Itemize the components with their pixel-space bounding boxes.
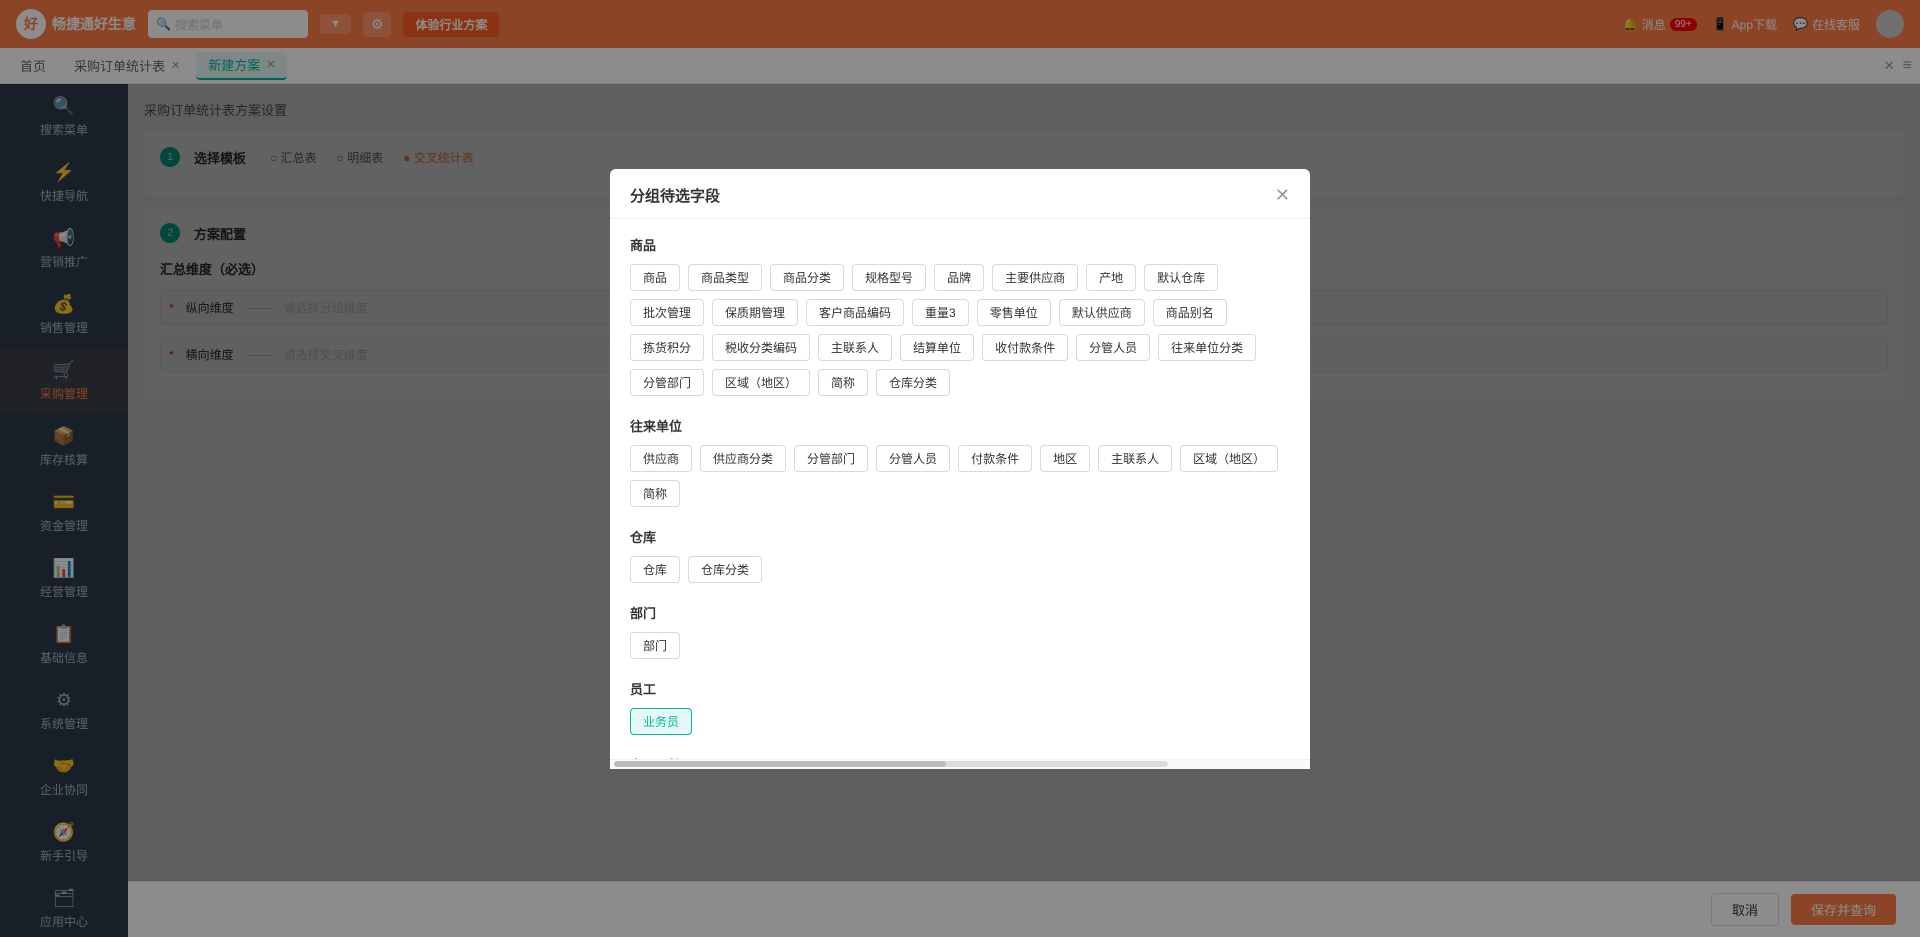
field-tag-settlement-unit[interactable]: 结算单位 bbox=[900, 334, 974, 361]
section-goods-title: 商品 bbox=[630, 235, 1290, 254]
modal-close-button[interactable]: ✕ bbox=[1275, 185, 1290, 206]
field-tag-warehouse[interactable]: 仓库 bbox=[630, 556, 680, 583]
field-tag-brand[interactable]: 品牌 bbox=[934, 264, 984, 291]
modal-body: 商品 商品 商品类型 商品分类 规格型号 品牌 主要供应商 产地 默认仓库 批次… bbox=[610, 219, 1310, 759]
field-tag-main-contact2[interactable]: 主联系人 bbox=[1098, 445, 1172, 472]
section-warehouse-tags: 仓库 仓库分类 bbox=[630, 556, 1290, 583]
field-tag-tax-code[interactable]: 税收分类编码 bbox=[712, 334, 810, 361]
modal-header: 分组待选字段 ✕ bbox=[610, 169, 1310, 219]
section-goods-tags: 商品 商品类型 商品分类 规格型号 品牌 主要供应商 产地 默认仓库 批次管理 … bbox=[630, 264, 1290, 396]
section-trading-partner: 往来单位 供应商 供应商分类 分管部门 分管人员 付款条件 地区 主联系人 区域… bbox=[630, 416, 1290, 507]
field-tag-short-name2[interactable]: 简称 bbox=[630, 480, 680, 507]
field-tag-weight[interactable]: 重量3 bbox=[912, 299, 969, 326]
section-department: 部门 部门 bbox=[630, 603, 1290, 659]
field-tag-salesman[interactable]: 业务员 bbox=[630, 708, 692, 735]
field-tag-warehouse-category[interactable]: 仓库分类 bbox=[688, 556, 762, 583]
field-tag-main-supplier[interactable]: 主要供应商 bbox=[992, 264, 1078, 291]
field-tag-region2[interactable]: 区域（地区） bbox=[1180, 445, 1278, 472]
field-tag-customer-code[interactable]: 客户商品编码 bbox=[806, 299, 904, 326]
field-tag-goods[interactable]: 商品 bbox=[630, 264, 680, 291]
field-tag-department[interactable]: 部门 bbox=[630, 632, 680, 659]
field-tag-supplier[interactable]: 供应商 bbox=[630, 445, 692, 472]
field-tag-main-contact[interactable]: 主联系人 bbox=[818, 334, 892, 361]
field-tag-payment-cond[interactable]: 付款条件 bbox=[958, 445, 1032, 472]
modal-title: 分组待选字段 bbox=[630, 185, 720, 206]
field-tag-spec-model[interactable]: 规格型号 bbox=[852, 264, 926, 291]
field-tag-pick-points[interactable]: 拣货积分 bbox=[630, 334, 704, 361]
section-warehouse-title: 仓库 bbox=[630, 527, 1290, 546]
section-department-tags: 部门 bbox=[630, 632, 1290, 659]
field-tag-retail-unit[interactable]: 零售单位 bbox=[977, 299, 1051, 326]
field-tag-partner-category[interactable]: 往来单位分类 bbox=[1158, 334, 1256, 361]
field-tag-wh-category[interactable]: 仓库分类 bbox=[876, 369, 950, 396]
field-tag-expiry[interactable]: 保质期管理 bbox=[712, 299, 798, 326]
section-employee-tags: 业务员 bbox=[630, 708, 1290, 735]
section-warehouse: 仓库 仓库 仓库分类 bbox=[630, 527, 1290, 583]
field-tag-default-supplier[interactable]: 默认供应商 bbox=[1059, 299, 1145, 326]
hscroll-thumb bbox=[614, 761, 946, 767]
field-tag-supplier-category[interactable]: 供应商分类 bbox=[700, 445, 786, 472]
field-tag-dept[interactable]: 分管部门 bbox=[630, 369, 704, 396]
section-department-title: 部门 bbox=[630, 603, 1290, 622]
field-tag-supervisor2[interactable]: 分管人员 bbox=[876, 445, 950, 472]
field-tag-short-name[interactable]: 简称 bbox=[818, 369, 868, 396]
field-tag-area[interactable]: 地区 bbox=[1040, 445, 1090, 472]
section-goods: 商品 商品 商品类型 商品分类 规格型号 品牌 主要供应商 产地 默认仓库 批次… bbox=[630, 235, 1290, 396]
section-employee-title: 员工 bbox=[630, 679, 1290, 698]
field-tag-supervisor[interactable]: 分管人员 bbox=[1076, 334, 1150, 361]
modal-hscrollbar[interactable] bbox=[610, 759, 1310, 769]
field-tag-dept2[interactable]: 分管部门 bbox=[794, 445, 868, 472]
field-tag-goods-type[interactable]: 商品类型 bbox=[688, 264, 762, 291]
section-employee: 员工 业务员 bbox=[630, 679, 1290, 735]
field-tag-goods-alias[interactable]: 商品别名 bbox=[1153, 299, 1227, 326]
field-tag-payment-terms[interactable]: 收付款条件 bbox=[982, 334, 1068, 361]
modal-overlay: 分组待选字段 ✕ 商品 商品 商品类型 商品分类 规格型号 品牌 主要供应商 产… bbox=[0, 0, 1920, 937]
modal-dialog: 分组待选字段 ✕ 商品 商品 商品类型 商品分类 规格型号 品牌 主要供应商 产… bbox=[610, 169, 1310, 769]
field-tag-goods-category[interactable]: 商品分类 bbox=[770, 264, 844, 291]
field-tag-batch[interactable]: 批次管理 bbox=[630, 299, 704, 326]
field-tag-region[interactable]: 区域（地区） bbox=[712, 369, 810, 396]
field-tag-default-warehouse[interactable]: 默认仓库 bbox=[1144, 264, 1218, 291]
section-trading-partner-tags: 供应商 供应商分类 分管部门 分管人员 付款条件 地区 主联系人 区域（地区） … bbox=[630, 445, 1290, 507]
section-trading-partner-title: 往来单位 bbox=[630, 416, 1290, 435]
field-tag-origin[interactable]: 产地 bbox=[1086, 264, 1136, 291]
